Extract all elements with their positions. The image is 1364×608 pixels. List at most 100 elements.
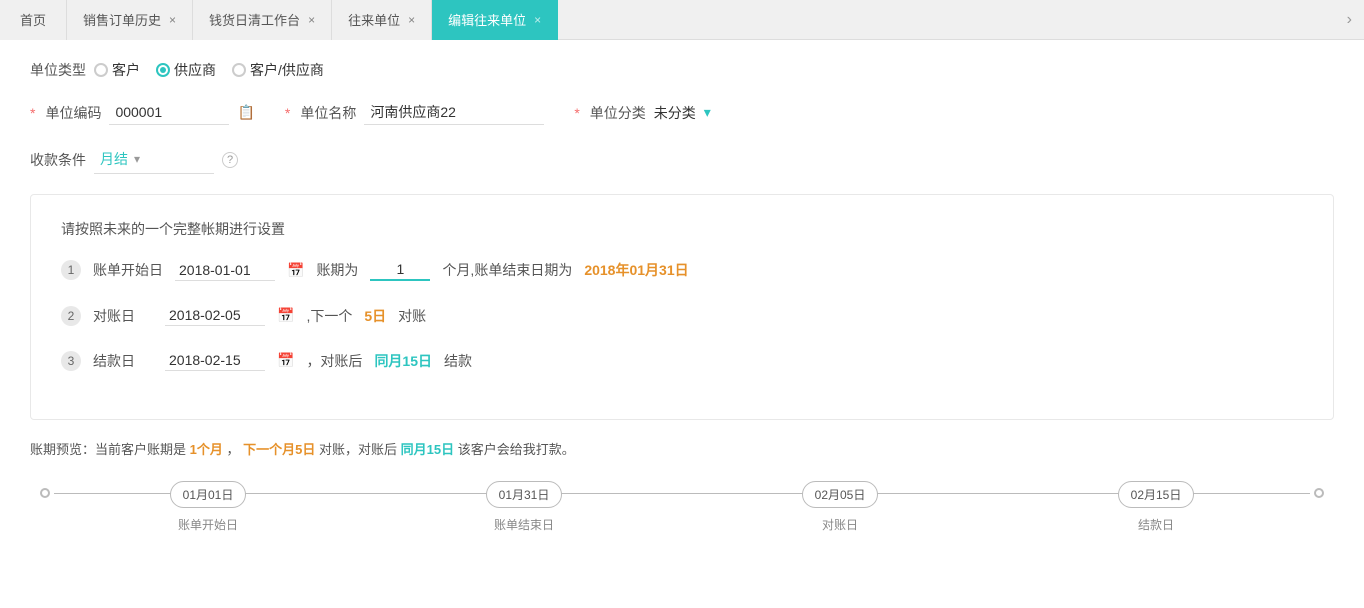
tab-partner-units[interactable]: 往来单位 × — [332, 0, 432, 40]
unit-name-label: 单位名称 — [300, 103, 356, 123]
timeline-label-2: 账单结束日 — [494, 516, 554, 533]
timeline-node-2: 01月31日 账单结束日 — [366, 481, 682, 533]
period-num-2: 2 — [61, 306, 81, 326]
period-row-2: 2 对账日 📅 ,下一个 5日 对账 — [61, 305, 1303, 326]
timeline-label-3: 对账日 — [822, 516, 858, 533]
unit-code-group: * 单位编码 📋 — [30, 100, 255, 125]
radio-customer-label: 客户 — [112, 60, 140, 80]
period-row1-suffix-pre: 账期为 — [316, 260, 358, 280]
timeline-badge-4: 02月15日 — [1118, 481, 1195, 508]
tab-cash-daily[interactable]: 钱货日清工作台 × — [193, 0, 332, 40]
period-payment-calendar-icon[interactable]: 📅 — [277, 352, 294, 369]
period-row-1: 1 账单开始日 📅 账期为 个月,账单结束日期为 2018年01月31日 — [61, 259, 1303, 281]
preview-prefix: 账期预览：当前客户账期是 — [30, 442, 186, 457]
payment-terms-select[interactable]: 月结 ▾ — [94, 145, 214, 174]
period-start-date-input[interactable] — [175, 260, 275, 281]
period-start-calendar-icon[interactable]: 📅 — [287, 262, 304, 279]
unit-code-star: * — [30, 105, 35, 121]
timeline-section: 01月01日 账单开始日 01月31日 账单结束日 02月05日 对账日 02月… — [40, 481, 1324, 533]
timeline-node-3: 02月05日 对账日 — [682, 481, 998, 533]
preview-middle2: 对账，对账后 — [319, 442, 397, 457]
payment-terms-group: 收款条件 月结 ▾ ? — [30, 145, 238, 174]
period-num-3: 3 — [61, 351, 81, 371]
period-row-3: 3 结款日 📅 ，对账后 同月15日 结款 — [61, 350, 1303, 371]
period-reconcile-calendar-icon[interactable]: 📅 — [277, 307, 294, 324]
unit-category-label: 单位分类 — [590, 103, 646, 123]
period-row3-prefix: ，对账后 — [306, 351, 362, 371]
unit-info-row: * 单位编码 📋 * 单位名称 * 单位分类 未分类 ▾ — [30, 100, 1334, 125]
unit-type-group: 单位类型 客户 供应商 客户/供应商 — [30, 60, 324, 80]
preview-suffix: 该客户会给我打款。 — [458, 442, 575, 457]
unit-name-group: * 单位名称 — [285, 100, 544, 125]
unit-category-select[interactable]: 未分类 ▾ — [654, 103, 711, 123]
period-end-date-highlight: 2018年01月31日 — [584, 260, 688, 280]
preview-text: 账期预览：当前客户账期是 1个月 ， 下一个月5日 对账，对账后 同月15日 该… — [30, 440, 1334, 461]
tab-sales-history-label: 销售订单历史 — [83, 10, 161, 29]
period-box-title: 请按照未来的一个完整帐期进行设置 — [61, 219, 1303, 239]
preview-part1: 1个月 — [190, 442, 223, 457]
unit-category-star: * — [574, 105, 579, 121]
radio-group: 客户 供应商 客户/供应商 — [94, 60, 324, 80]
tab-edit-partner[interactable]: 编辑往来单位 × — [432, 0, 558, 40]
preview-part2: 下一个月5日 — [243, 442, 315, 457]
period-box: 请按照未来的一个完整帐期进行设置 1 账单开始日 📅 账期为 个月,账单结束日期… — [30, 194, 1334, 420]
period-row3-highlight: 同月15日 — [374, 351, 432, 371]
radio-supplier-circle — [156, 63, 170, 77]
radio-both[interactable]: 客户/供应商 — [232, 60, 324, 80]
tab-sales-history-close[interactable]: × — [169, 14, 176, 26]
radio-customer[interactable]: 客户 — [94, 60, 140, 80]
timeline-badge-1: 01月01日 — [170, 481, 247, 508]
unit-code-input[interactable] — [109, 100, 229, 125]
period-row2-prefix: ,下一个 — [306, 306, 352, 326]
timeline-badge-2: 01月31日 — [486, 481, 563, 508]
tab-edit-partner-label: 编辑往来单位 — [448, 10, 526, 29]
period-row2-highlight: 5日 — [364, 306, 386, 326]
tab-cash-daily-close[interactable]: × — [308, 14, 315, 26]
unit-category-value: 未分类 — [654, 103, 696, 123]
unit-code-calendar-icon[interactable]: 📋 — [237, 104, 254, 121]
tab-sales-history[interactable]: 销售订单历史 × — [67, 0, 193, 40]
payment-terms-label: 收款条件 — [30, 150, 86, 170]
period-num-1: 1 — [61, 260, 81, 280]
help-icon[interactable]: ? — [222, 152, 238, 168]
timeline-node-4: 02月15日 结款日 — [998, 481, 1314, 533]
tab-cash-daily-label: 钱货日清工作台 — [209, 10, 300, 29]
timeline-right-dot — [1314, 488, 1324, 498]
period-label-2: 对账日 — [93, 306, 153, 326]
unit-type-label: 单位类型 — [30, 60, 86, 80]
timeline-label-4: 结款日 — [1138, 516, 1174, 533]
unit-category-dropdown-icon[interactable]: ▾ — [704, 104, 711, 121]
timeline-badge-3: 02月05日 — [802, 481, 879, 508]
payment-terms-arrow-icon: ▾ — [134, 152, 140, 166]
radio-customer-circle — [94, 63, 108, 77]
timeline-label-1: 账单开始日 — [178, 516, 238, 533]
period-reconcile-date-input[interactable] — [165, 305, 265, 326]
period-row2-suffix: 对账 — [398, 306, 426, 326]
period-payment-date-input[interactable] — [165, 350, 265, 371]
payment-terms-value: 月结 — [100, 149, 128, 169]
tab-home[interactable]: 首页 — [0, 0, 67, 40]
payment-terms-row: 收款条件 月结 ▾ ? — [30, 145, 1334, 174]
preview-part3: 同月15日 — [401, 442, 454, 457]
unit-name-star: * — [285, 105, 290, 121]
timeline-node-1: 01月01日 账单开始日 — [50, 481, 366, 533]
period-row3-suffix: 结款 — [444, 351, 472, 371]
tab-home-label: 首页 — [20, 10, 46, 29]
radio-supplier-label: 供应商 — [174, 60, 216, 80]
unit-code-label: 单位编码 — [45, 103, 101, 123]
tab-expand-icon[interactable]: › — [1335, 11, 1364, 29]
period-months-input[interactable] — [370, 259, 430, 281]
period-label-1: 账单开始日 — [93, 260, 163, 280]
tab-edit-partner-close[interactable]: × — [534, 14, 541, 26]
radio-supplier[interactable]: 供应商 — [156, 60, 216, 80]
period-row1-suffix-post: 个月,账单结束日期为 — [442, 260, 572, 280]
main-content: 单位类型 客户 供应商 客户/供应商 * 单位编码 — [0, 40, 1364, 608]
unit-type-row: 单位类型 客户 供应商 客户/供应商 — [30, 60, 1334, 80]
unit-category-group: * 单位分类 未分类 ▾ — [574, 103, 710, 123]
unit-name-input[interactable] — [364, 100, 544, 125]
timeline-container: 01月01日 账单开始日 01月31日 账单结束日 02月05日 对账日 02月… — [40, 481, 1324, 533]
preview-middle1: ， — [227, 442, 240, 457]
tab-partner-units-close[interactable]: × — [408, 14, 415, 26]
period-label-3: 结款日 — [93, 351, 153, 371]
tab-bar: 首页 销售订单历史 × 钱货日清工作台 × 往来单位 × 编辑往来单位 × › — [0, 0, 1364, 40]
